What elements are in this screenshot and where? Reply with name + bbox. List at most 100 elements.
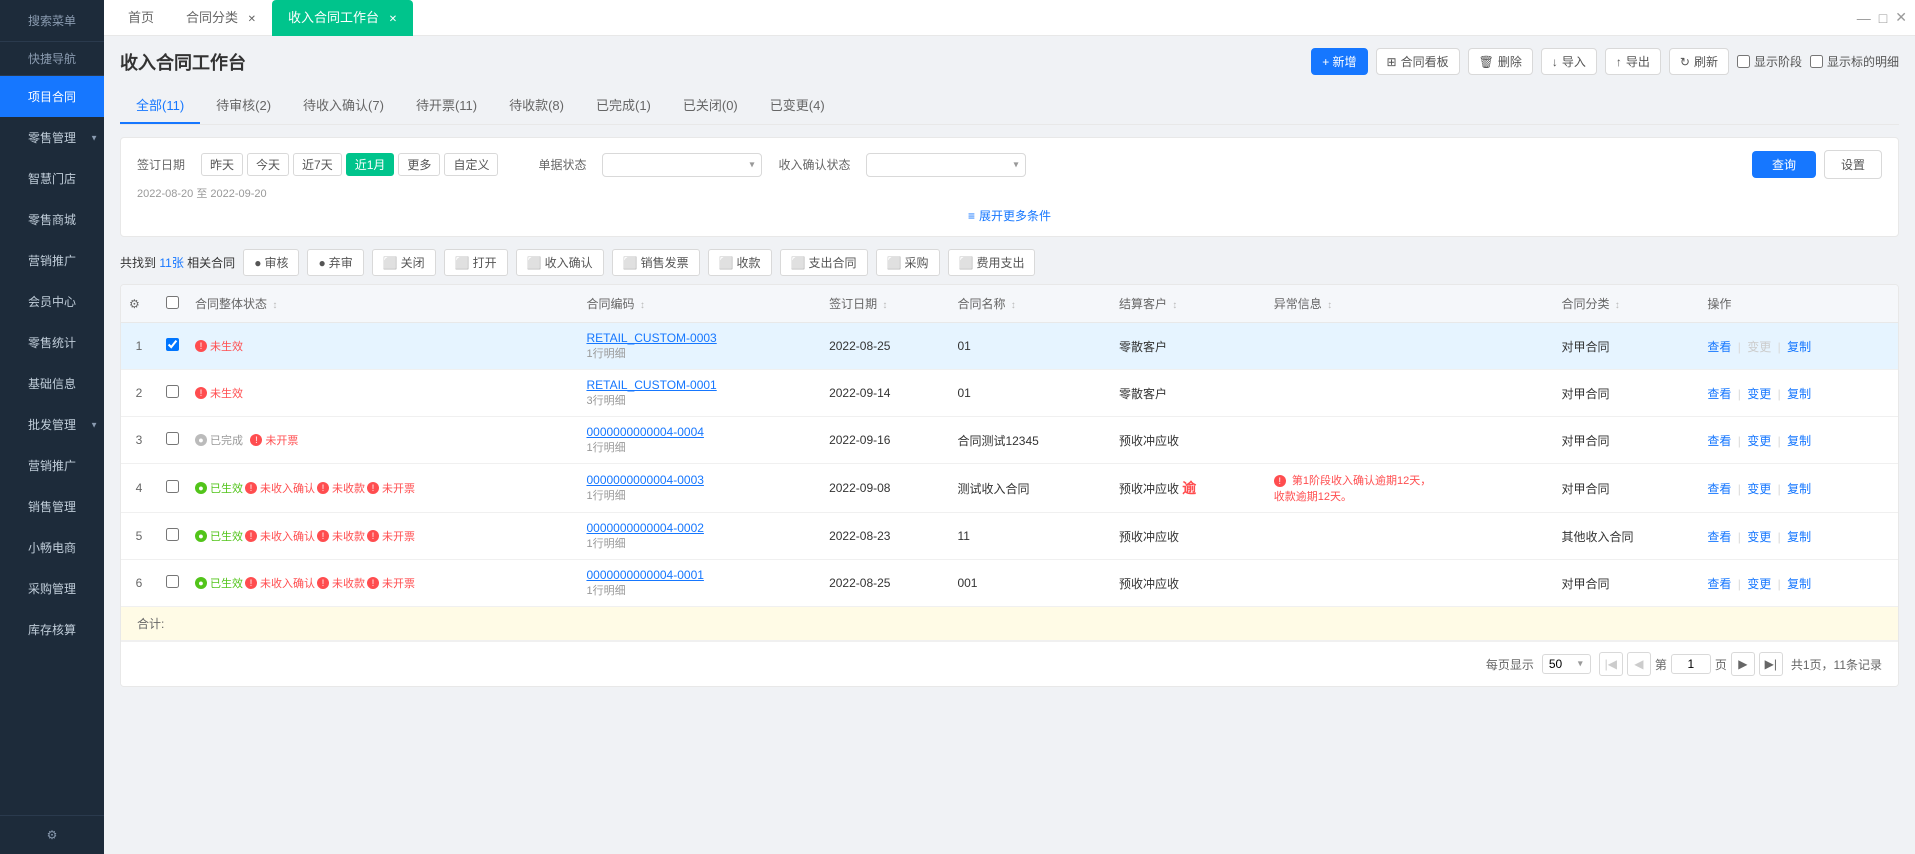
expand-filter-button[interactable]: ≡ 展开更多条件 xyxy=(968,207,1051,224)
collect-button[interactable]: ⬜ 收款 xyxy=(708,249,772,276)
contract-code-link[interactable]: 0000000000004-0002 xyxy=(586,521,703,535)
op-edit[interactable]: 变更 xyxy=(1747,530,1771,544)
refresh-button[interactable]: ↻ 刷新 xyxy=(1669,48,1729,75)
sidebar-item-ecommerce[interactable]: 小畅电商 xyxy=(0,527,104,568)
sidebar-item-inventory[interactable]: 库存核算 xyxy=(0,609,104,650)
sidebar-item-retail-stats[interactable]: 零售统计 xyxy=(0,322,104,363)
op-edit[interactable]: 变更 xyxy=(1747,434,1771,448)
col-checkbox[interactable] xyxy=(157,285,187,323)
row-checkbox[interactable] xyxy=(166,575,179,588)
status-tab-all[interactable]: 全部(11) xyxy=(120,87,200,124)
row-checkbox-cell[interactable] xyxy=(157,417,187,464)
row-checkbox[interactable] xyxy=(166,338,179,351)
row-checkbox-cell[interactable] xyxy=(157,560,187,607)
sort-abnormal[interactable]: ↕ xyxy=(1327,300,1332,311)
sidebar-item-member-center[interactable]: 会员中心 xyxy=(0,281,104,322)
sidebar-item-purchase-management[interactable]: 采购管理 xyxy=(0,568,104,609)
expense-button[interactable]: ⬜ 费用支出 xyxy=(948,249,1036,276)
op-copy[interactable]: 复制 xyxy=(1787,340,1811,354)
row-checkbox[interactable] xyxy=(166,480,179,493)
op-view[interactable]: 查看 xyxy=(1707,577,1731,591)
contract-code-link[interactable]: 0000000000004-0004 xyxy=(586,425,703,439)
invoice-button[interactable]: ⬜ 销售发票 xyxy=(612,249,700,276)
contract-code-link[interactable]: 0000000000004-0003 xyxy=(586,473,703,487)
sort-code[interactable]: ↕ xyxy=(640,300,645,311)
op-view[interactable]: 查看 xyxy=(1707,387,1731,401)
close-button[interactable]: ⬜ 关闭 xyxy=(372,249,436,276)
page-last-button[interactable]: ▶| xyxy=(1759,652,1783,676)
confirm-status-select[interactable] xyxy=(866,153,1026,177)
sidebar-settings[interactable]: ⚙ xyxy=(0,815,104,854)
sidebar-item-smart-store[interactable]: 智慧门店 xyxy=(0,158,104,199)
sidebar-item-retail-management[interactable]: 零售管理 xyxy=(0,117,104,158)
op-copy[interactable]: 复制 xyxy=(1787,387,1811,401)
row-checkbox-cell[interactable] xyxy=(157,513,187,560)
page-first-button[interactable]: |◀ xyxy=(1599,652,1623,676)
sort-category[interactable]: ↕ xyxy=(1615,300,1620,311)
row-checkbox-cell[interactable] xyxy=(157,370,187,417)
contract-code-link[interactable]: RETAIL_CUSTOM-0003 xyxy=(586,331,716,345)
row-checkbox[interactable] xyxy=(166,528,179,541)
purchase-button[interactable]: ⬜ 采购 xyxy=(876,249,940,276)
filter-settings-button[interactable]: 设置 xyxy=(1824,150,1882,179)
sidebar-quick-nav[interactable]: 快捷导航 xyxy=(0,42,104,76)
date-btn-today[interactable]: 今天 xyxy=(247,153,289,176)
tab-bar-close[interactable]: ✕ xyxy=(1895,9,1907,26)
income-confirm-button[interactable]: ⬜ 收入确认 xyxy=(516,249,604,276)
sort-sign-date[interactable]: ↕ xyxy=(882,300,887,311)
op-edit[interactable]: 变更 xyxy=(1747,482,1771,496)
date-btn-more[interactable]: 更多 xyxy=(398,153,440,176)
search-button[interactable]: 查询 xyxy=(1752,151,1816,178)
op-edit[interactable]: 变更 xyxy=(1747,340,1771,354)
sort-overall-status[interactable]: ↕ xyxy=(272,300,277,311)
status-tab-pending-collect[interactable]: 待收款(8) xyxy=(493,87,580,124)
contract-code-link[interactable]: 0000000000004-0001 xyxy=(586,568,703,582)
show-detail-checkbox[interactable] xyxy=(1810,55,1823,68)
out-contract-button[interactable]: ⬜ 支出合同 xyxy=(780,249,868,276)
sidebar-item-marketing-1[interactable]: 营销推广 xyxy=(0,240,104,281)
op-copy[interactable]: 复制 xyxy=(1787,530,1811,544)
row-checkbox-cell[interactable] xyxy=(157,464,187,513)
import-button[interactable]: ↓ 导入 xyxy=(1541,48,1597,75)
col-settings[interactable]: ⚙ xyxy=(121,285,157,323)
status-tab-changed[interactable]: 已变更(4) xyxy=(754,87,841,124)
delete-button[interactable]: 🗑 删除 xyxy=(1468,48,1533,75)
sidebar-item-sales-management[interactable]: 销售管理 xyxy=(0,486,104,527)
show-stage-checkbox[interactable] xyxy=(1737,55,1750,68)
tab-close-income-workbench[interactable]: ✕ xyxy=(389,14,397,25)
status-tab-pending-confirm[interactable]: 待收入确认(7) xyxy=(287,87,400,124)
op-edit[interactable]: 变更 xyxy=(1747,577,1771,591)
new-button[interactable]: + 新增 xyxy=(1311,48,1367,75)
page-size-select[interactable]: 50 100 200 xyxy=(1542,654,1591,674)
status-tab-closed[interactable]: 已关闭(0) xyxy=(667,87,754,124)
sidebar-item-marketing-2[interactable]: 营销推广 xyxy=(0,445,104,486)
op-copy[interactable]: 复制 xyxy=(1787,577,1811,591)
show-stage-checkbox-wrap[interactable]: 显示阶段 xyxy=(1737,53,1802,70)
row-checkbox-cell[interactable] xyxy=(157,323,187,370)
op-view[interactable]: 查看 xyxy=(1707,482,1731,496)
audit-button[interactable]: ● 审核 xyxy=(243,249,299,276)
date-btn-custom[interactable]: 自定义 xyxy=(444,153,498,176)
doc-status-select[interactable] xyxy=(602,153,762,177)
sidebar-item-wholesale-management[interactable]: 批发管理 xyxy=(0,404,104,445)
sort-customer[interactable]: ↕ xyxy=(1172,300,1177,311)
sort-name[interactable]: ↕ xyxy=(1011,300,1016,311)
sidebar-item-basic-info[interactable]: 基础信息 xyxy=(0,363,104,404)
tab-income-contract-workbench[interactable]: 收入合同工作台 ✕ xyxy=(272,0,413,36)
status-tab-completed[interactable]: 已完成(1) xyxy=(580,87,667,124)
sidebar-item-retail-mall[interactable]: 零售商城 xyxy=(0,199,104,240)
status-tab-pending-audit[interactable]: 待审核(2) xyxy=(200,87,287,124)
tab-bar-maximize[interactable]: □ xyxy=(1879,10,1887,26)
open-button[interactable]: ⬜ 打开 xyxy=(444,249,508,276)
export-button[interactable]: ↑ 导出 xyxy=(1605,48,1661,75)
status-tab-pending-invoice[interactable]: 待开票(11) xyxy=(400,87,493,124)
sidebar-item-project-contract[interactable]: 项目合同 xyxy=(0,76,104,117)
tab-close-contract-category[interactable]: ✕ xyxy=(248,14,256,25)
op-copy[interactable]: 复制 xyxy=(1787,482,1811,496)
page-next-button[interactable]: ▶ xyxy=(1731,652,1755,676)
op-edit[interactable]: 变更 xyxy=(1747,387,1771,401)
date-btn-1month[interactable]: 近1月 xyxy=(346,153,395,176)
date-btn-7days[interactable]: 近7天 xyxy=(293,153,342,176)
row-checkbox[interactable] xyxy=(166,385,179,398)
op-copy[interactable]: 复制 xyxy=(1787,434,1811,448)
